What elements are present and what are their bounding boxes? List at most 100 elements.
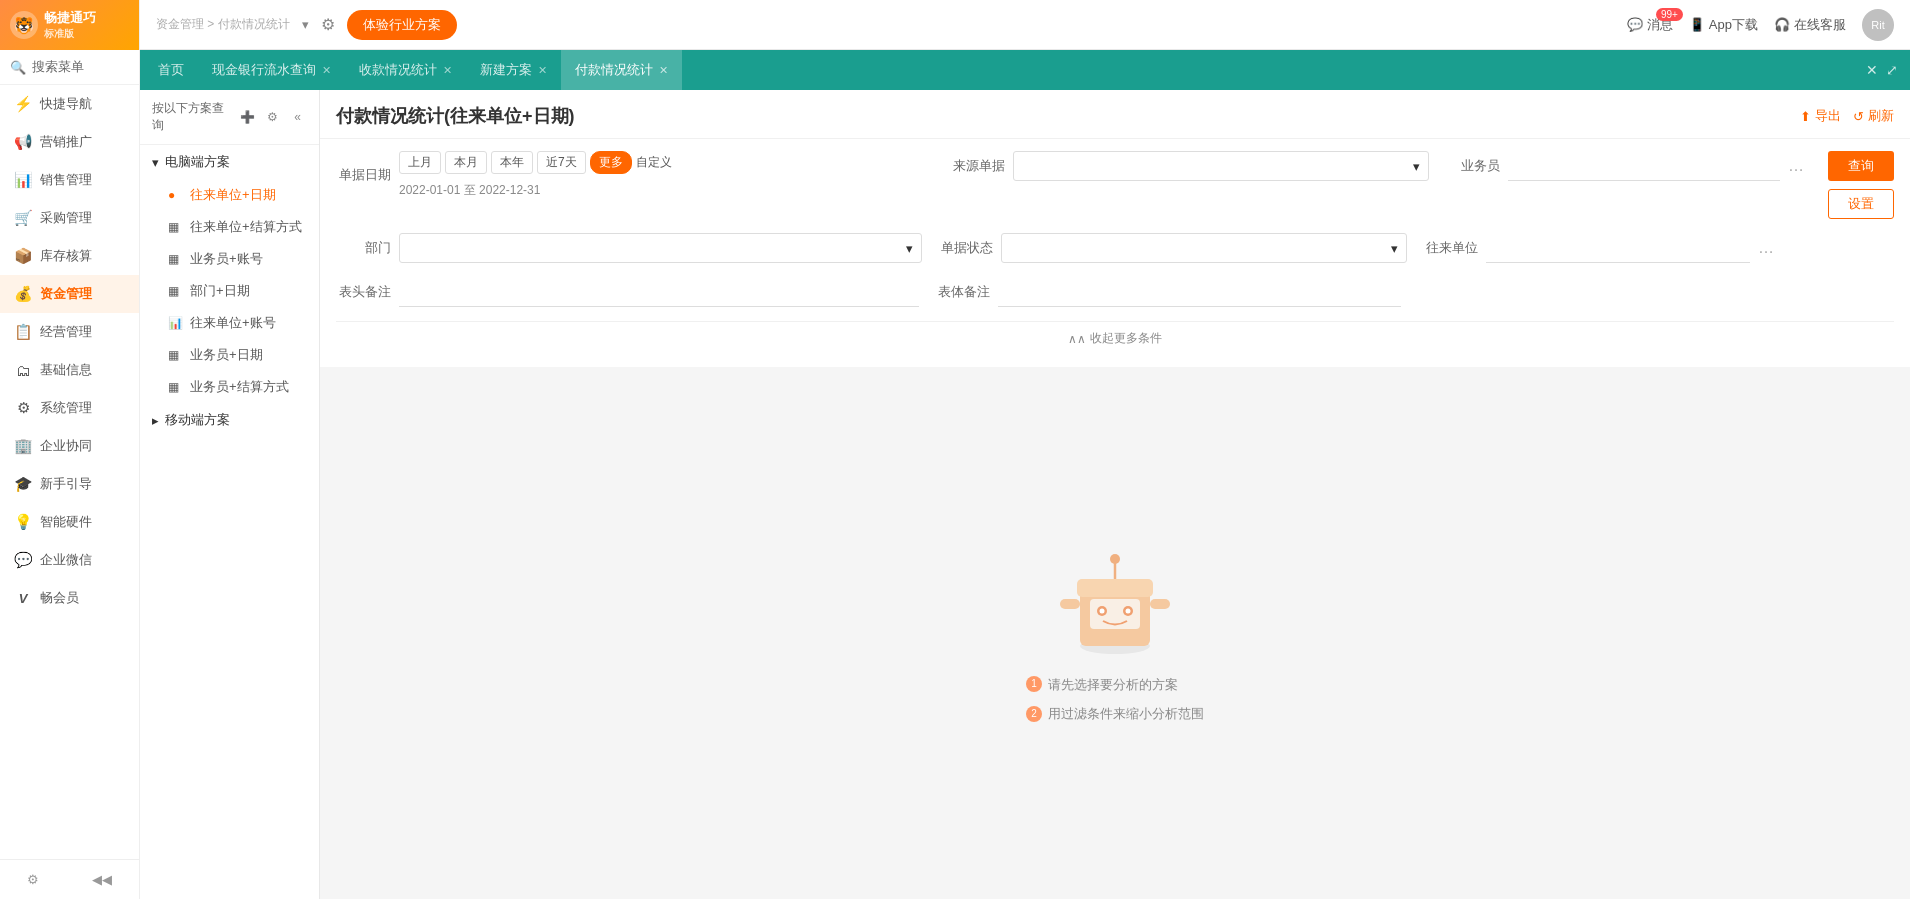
scheme-item-staff-settle[interactable]: ▦ 业务员+结算方式 <box>140 371 319 403</box>
schemes-add-btn[interactable]: ➕ <box>238 107 257 127</box>
date-custom[interactable]: 自定义 <box>636 154 672 171</box>
empty-illustration <box>1055 541 1175 661</box>
app-download-btn[interactable]: 📱 App下载 <box>1689 16 1758 34</box>
search-menu[interactable]: 🔍 搜索菜单 <box>0 50 139 85</box>
sidebar-item-capital[interactable]: 💰 资金管理 <box>0 275 139 313</box>
sidebar-item-enterprise[interactable]: 🏢 企业协同 <box>0 427 139 465</box>
head-remark-input[interactable] <box>399 277 919 307</box>
scheme-group-mobile-label: 移动端方案 <box>165 411 230 429</box>
sidebar-item-wechat[interactable]: 💬 企业微信 <box>0 541 139 579</box>
tab-bank-close[interactable]: ✕ <box>322 64 331 77</box>
sidebar-item-guide[interactable]: 🎓 新手引导 <box>0 465 139 503</box>
sidebar-item-system[interactable]: ⚙ 系统管理 <box>0 389 139 427</box>
tab-home[interactable]: 首页 <box>144 50 198 90</box>
tab-new-scheme-close[interactable]: ✕ <box>538 64 547 77</box>
refresh-btn[interactable]: ↺ 刷新 <box>1853 107 1894 125</box>
tab-new-scheme[interactable]: 新建方案 ✕ <box>466 50 561 90</box>
sidebar-item-label: 快捷导航 <box>40 95 92 113</box>
date-last-month[interactable]: 上月 <box>399 151 441 174</box>
inventory-icon: 📦 <box>14 247 32 265</box>
sidebar-item-quick-nav[interactable]: ⚡ 快捷导航 <box>0 85 139 123</box>
tab-payment-close[interactable]: ✕ <box>659 64 668 77</box>
sidebar-bottom: ⚙ ◀◀ <box>0 859 139 899</box>
collapse-bar[interactable]: ∧∧ 收起更多条件 <box>336 321 1894 355</box>
step-2-num: 2 <box>1026 706 1042 722</box>
settings-btn[interactable]: 设置 <box>1828 189 1894 219</box>
sidebar-item-basic[interactable]: 🗂 基础信息 <box>0 351 139 389</box>
sidebar-item-member[interactable]: V 畅会员 <box>0 579 139 617</box>
user-avatar[interactable]: Rit <box>1862 9 1894 41</box>
unit-label: 往来单位 <box>1423 239 1478 257</box>
sidebar-item-label: 企业协同 <box>40 437 92 455</box>
body-remark-label: 表体备注 <box>935 283 990 301</box>
filter-field-head-remark: 表头备注 <box>336 277 919 307</box>
content-area: 按以下方案查询 ➕ ⚙ « ▾ 电脑端方案 ● 往来单位+日期 ▦ 往来单位+结… <box>140 90 1910 899</box>
source-select[interactable]: ▾ <box>1013 151 1429 181</box>
sidebar-item-purchase[interactable]: 🛒 采购管理 <box>0 199 139 237</box>
tab-expand-btn[interactable]: ⤢ <box>1886 62 1898 78</box>
scheme-item-unit-account[interactable]: 📊 往来单位+账号 <box>140 307 319 339</box>
svg-point-6 <box>1100 608 1105 613</box>
empty-text: 1 请先选择要分析的方案 2 用过滤条件来缩小分析范围 <box>1026 673 1204 726</box>
schemes-header: 按以下方案查询 ➕ ⚙ « <box>140 90 319 145</box>
topbar-settings-icon[interactable]: ⚙ <box>321 15 335 34</box>
topbar-dropdown-btn[interactable]: ▾ <box>302 17 309 32</box>
staff-dots-btn[interactable]: … <box>1788 157 1804 175</box>
message-btn[interactable]: 💬 消息 99+ <box>1627 16 1673 34</box>
scheme-group-desktop-header[interactable]: ▾ 电脑端方案 <box>140 145 319 179</box>
chevron-down-icon: ▾ <box>152 155 159 170</box>
sidebar-item-sales[interactable]: 📊 销售管理 <box>0 161 139 199</box>
sidebar-item-hardware[interactable]: 💡 智能硬件 <box>0 503 139 541</box>
scheme-item-staff-date[interactable]: ▦ 业务员+日期 <box>140 339 319 371</box>
service-btn[interactable]: 🎧 在线客服 <box>1774 16 1846 34</box>
svg-point-7 <box>1126 608 1131 613</box>
schemes-settings-btn[interactable]: ⚙ <box>263 107 282 127</box>
unit-dots-btn[interactable]: … <box>1758 239 1774 257</box>
date-7-days[interactable]: 近7天 <box>537 151 586 174</box>
user-name: Rit <box>1871 19 1884 31</box>
schemes-collapse-btn[interactable]: « <box>288 107 307 127</box>
scheme-item-label: 部门+日期 <box>190 282 250 300</box>
tab-close-all-btn[interactable]: ✕ <box>1866 62 1878 78</box>
sidebar-item-inventory[interactable]: 📦 库存核算 <box>0 237 139 275</box>
sidebar-collapse-btn[interactable]: ◀◀ <box>84 868 120 891</box>
scheme-item-dept-date[interactable]: ▦ 部门+日期 <box>140 275 319 307</box>
page-header: 付款情况统计(往来单位+日期) ⬆ 导出 ↺ 刷新 <box>320 90 1910 139</box>
date-this-month[interactable]: 本月 <box>445 151 487 174</box>
status-select[interactable]: ▾ <box>1001 233 1407 263</box>
scheme-group-mobile-header[interactable]: ▸ 移动端方案 <box>140 403 319 437</box>
scheme-item-unit-date[interactable]: ● 往来单位+日期 <box>140 179 319 211</box>
sidebar-item-marketing[interactable]: 📢 营销推广 <box>0 123 139 161</box>
scheme-icon: ▦ <box>168 220 184 234</box>
export-btn[interactable]: ⬆ 导出 <box>1800 107 1841 125</box>
sidebar-item-label: 经营管理 <box>40 323 92 341</box>
scheme-group-mobile: ▸ 移动端方案 <box>140 403 319 437</box>
tab-payment[interactable]: 付款情况统计 ✕ <box>561 50 682 90</box>
tab-bank[interactable]: 现金银行流水查询 ✕ <box>198 50 345 90</box>
scheme-item-staff-account[interactable]: ▦ 业务员+账号 <box>140 243 319 275</box>
body-remark-input[interactable] <box>998 277 1401 307</box>
head-remark-label: 表头备注 <box>336 283 391 301</box>
dept-select[interactable]: ▾ <box>399 233 922 263</box>
scheme-group-desktop-label: 电脑端方案 <box>165 153 230 171</box>
date-more[interactable]: 更多 <box>590 151 632 174</box>
hardware-icon: 💡 <box>14 513 32 531</box>
dept-label: 部门 <box>336 239 391 257</box>
query-btn[interactable]: 查询 <box>1828 151 1894 181</box>
tab-receipt[interactable]: 收款情况统计 ✕ <box>345 50 466 90</box>
scheme-item-unit-settle[interactable]: ▦ 往来单位+结算方式 <box>140 211 319 243</box>
sidebar-item-label: 新手引导 <box>40 475 92 493</box>
trial-btn[interactable]: 体验行业方案 <box>347 10 457 40</box>
sidebar-settings-btn[interactable]: ⚙ <box>19 868 47 891</box>
sidebar-item-label: 销售管理 <box>40 171 92 189</box>
logo-icon: 🐯 <box>10 11 38 39</box>
export-icon: ⬆ <box>1800 109 1811 124</box>
filter-field-staff: 业务员 … <box>1445 151 1804 181</box>
source-dropdown-icon: ▾ <box>1413 159 1420 174</box>
filter-row-3: 表头备注 表体备注 <box>336 277 1894 307</box>
tab-receipt-close[interactable]: ✕ <box>443 64 452 77</box>
sidebar-item-label: 资金管理 <box>40 285 92 303</box>
filter-area: 付款情况统计(往来单位+日期) ⬆ 导出 ↺ 刷新 单 <box>320 90 1910 899</box>
sidebar-item-operation[interactable]: 📋 经营管理 <box>0 313 139 351</box>
date-this-year[interactable]: 本年 <box>491 151 533 174</box>
